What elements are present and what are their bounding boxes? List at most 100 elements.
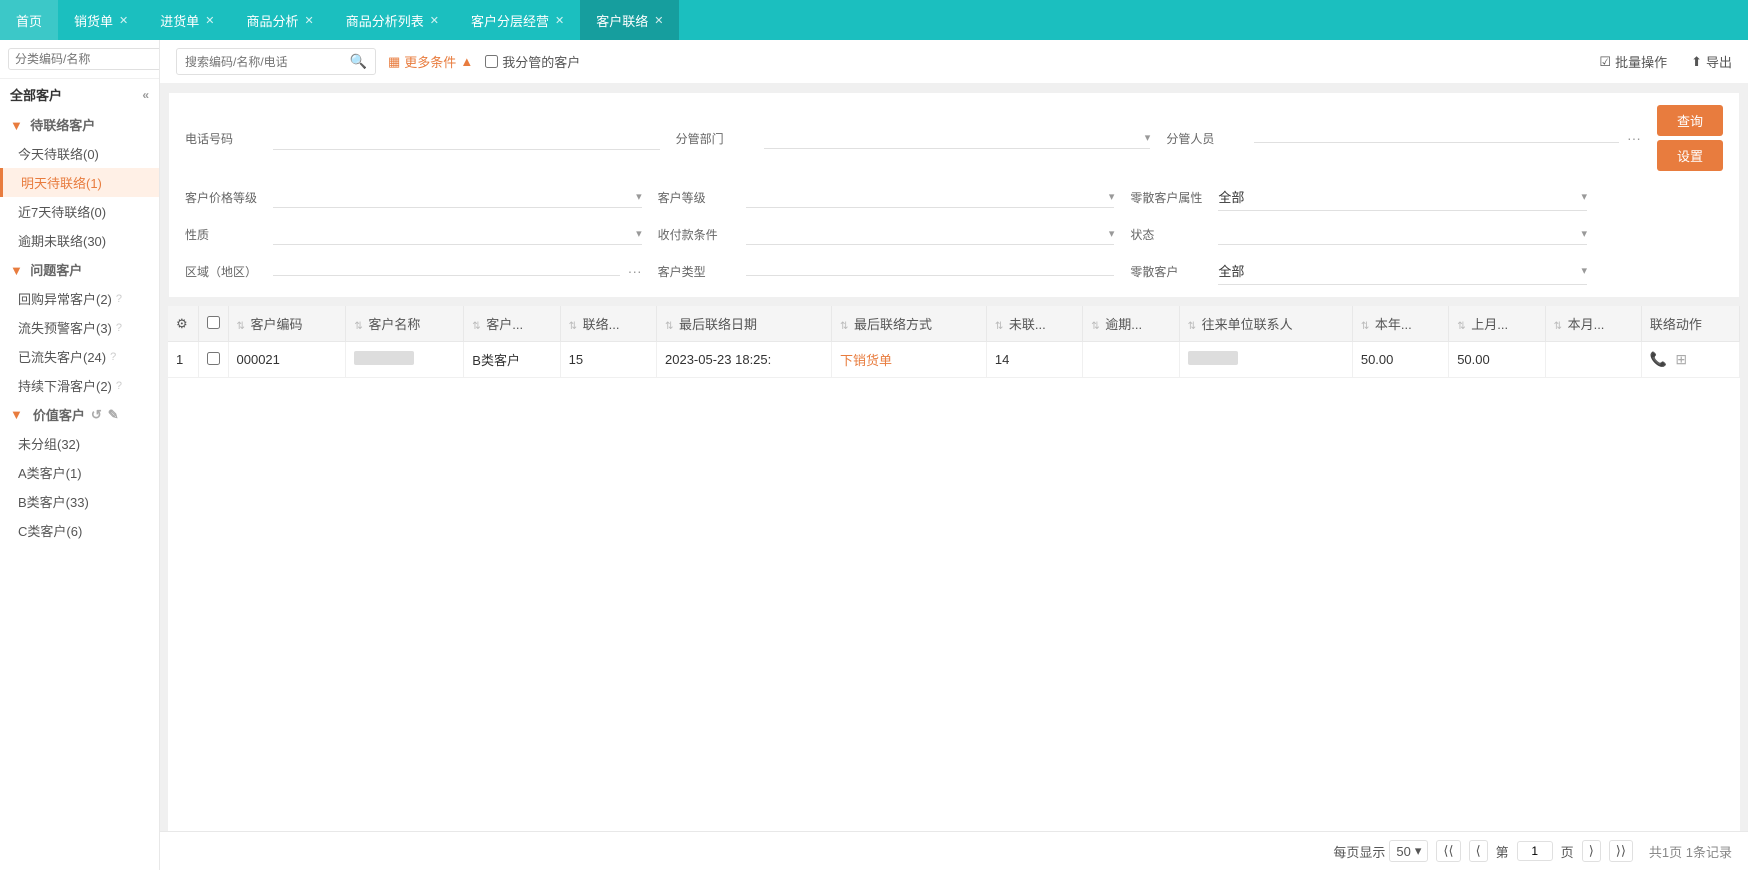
filter-row-2: 客户价格等级 ▾ 客户等级 ▾ 零散客户属性 全部 [185,183,1723,211]
th-last-contact-method: ⇅ 最后联络方式 [832,306,987,342]
chevron-up-icon: ▲ [460,54,473,69]
value-group-edit-icon[interactable]: ✎ [108,407,119,423]
page-suffix: 页 [1561,842,1574,861]
filter-phone-input[interactable] [273,127,660,150]
nav-customer-contact-close[interactable]: ✕ [654,14,663,27]
nav-customer-layer[interactable]: 客户分层经营 ✕ [455,0,580,40]
sidebar-item-b-class[interactable]: B类客户(33) [0,487,159,516]
nav-goods-list-close[interactable]: ✕ [430,14,439,27]
my-customers-checkbox[interactable] [485,55,498,68]
sidebar-search-bar: 🔍 [0,40,159,79]
sort-icon-code[interactable]: ⇅ [237,321,245,332]
query-button[interactable]: 查询 [1657,105,1723,136]
sidebar-item-c-class[interactable]: C类客户(6) [0,516,159,545]
last-page-btn[interactable]: ⟩⟩ [1609,840,1633,862]
sort-icon-unlinked[interactable]: ⇅ [995,321,1003,332]
sort-icon-name[interactable]: ⇅ [354,321,362,332]
table-row: 1 000021 B类客户 15 2023-05-23 18:25: [168,342,1740,378]
top-nav: 首页 销货单 ✕ 进货单 ✕ 商品分析 ✕ 商品分析列表 ✕ 客户分层经营 ✕ … [0,0,1748,40]
problem-group-label: ▼ 问题客户 [0,255,159,284]
th-unit-contact: ⇅ 往来单位联系人 [1179,306,1352,342]
sidebar-item-7days-contact[interactable]: 近7天待联络(0) [0,197,159,226]
filter-region-field: 区域（地区） ··· [185,263,642,280]
sort-icon-thismonth[interactable]: ⇅ [1554,321,1562,332]
sort-icon-date[interactable]: ⇅ [665,321,673,332]
filter-value-level-select[interactable]: ▾ [273,186,642,208]
sidebar-item-tomorrow-contact[interactable]: 明天待联络(1) [0,168,159,197]
filter-dept-select[interactable]: ▾ [764,127,1151,149]
sidebar-item-abnormal-repurchase[interactable]: 回购异常客户(2) ? [0,284,159,313]
status-arrow: ▾ [1581,227,1587,240]
filter-retail-customer-select[interactable]: 全部 ▾ [1218,257,1587,285]
sidebar-item-today-contact[interactable]: 今天待联络(0) [0,139,159,168]
settings-icon[interactable]: ⚙ [176,316,188,331]
sidebar-collapse-icon[interactable]: « [142,88,149,102]
filter-retail-customer-label: 零散客户 [1130,263,1210,280]
filter-customer-type-select[interactable] [746,267,1115,276]
action-grid-icon[interactable]: ⊞ [1675,351,1687,368]
payment-arrow: ▾ [1109,227,1115,240]
sidebar-item-ungrouped[interactable]: 未分组(32) [0,429,159,458]
sidebar-item-churned[interactable]: 已流失客户(24) ? [0,342,159,371]
sort-icon-type[interactable]: ⇅ [472,321,480,332]
first-page-btn[interactable]: ⟨⟨ [1436,840,1460,862]
sidebar-item-churn-warning[interactable]: 流失预警客户(3) ? [0,313,159,342]
nav-goods-analysis[interactable]: 商品分析 ✕ [230,0,329,40]
sort-icon-year[interactable]: ⇅ [1361,321,1369,332]
nav-home[interactable]: 首页 [0,0,58,40]
filter-retail-attr-select[interactable]: 全部 ▾ [1218,183,1587,211]
set-button[interactable]: 设置 [1657,140,1723,171]
sidebar-item-declining[interactable]: 持续下滑客户(2) ? [0,371,159,400]
nav-customer-layer-close[interactable]: ✕ [555,14,564,27]
prev-page-btn[interactable]: ⟨ [1469,840,1488,862]
customer-name-blurred [354,351,414,365]
per-page-select[interactable]: 50 ▾ [1389,840,1428,862]
filter-status-select[interactable]: ▾ [1218,223,1587,245]
page-input[interactable] [1517,841,1553,861]
value-group-refresh-icon[interactable]: ↺ [91,407,102,423]
nav-purchase[interactable]: 进货单 ✕ [144,0,230,40]
filter-retail-attr-label: 零散客户属性 [1130,189,1210,206]
sidebar-item-overdue-contact[interactable]: 逾期未联络(30) [0,226,159,255]
filter-dept-label: 分管部门 [676,130,756,147]
filter-manager-dots[interactable]: ··· [1627,130,1641,146]
all-customers-label[interactable]: 全部客户 « [0,79,159,110]
sort-icon-count[interactable]: ⇅ [569,321,577,332]
last-contact-link[interactable]: 下销货单 [840,353,892,368]
batch-op-btn[interactable]: ☑ 批量操作 [1599,52,1667,71]
sort-icon-overdue[interactable]: ⇅ [1091,321,1099,332]
next-page-btn[interactable]: ⟩ [1582,840,1601,862]
content-area: 🔍 ▦ 更多条件 ▲ 我分管的客户 ☑ 批量操作 ⬆ 导出 [160,40,1748,870]
filter-gender-select[interactable]: ▾ [273,223,642,245]
td-overdue [1083,342,1179,378]
row-checkbox[interactable] [207,352,220,365]
th-unlinked-days: ⇅ 未联... [986,306,1082,342]
nav-sales-close[interactable]: ✕ [119,14,128,27]
filter-value-level-label: 客户价格等级 [185,189,265,206]
more-conditions-btn[interactable]: ▦ 更多条件 ▲ [388,52,473,71]
sidebar-search-input[interactable] [8,48,160,70]
filter-status-label: 状态 [1130,226,1210,243]
nav-sales[interactable]: 销货单 ✕ [58,0,144,40]
sort-icon-method[interactable]: ⇅ [840,321,848,332]
action-phone-icon[interactable]: 📞 [1650,351,1667,368]
nav-purchase-close[interactable]: ✕ [205,14,214,27]
th-code: ⇅ 客户编码 [228,306,346,342]
sort-icon-unit[interactable]: ⇅ [1188,321,1196,332]
select-all-checkbox[interactable] [207,316,220,329]
filter-row-1: 电话号码 分管部门 ▾ 分管人员 ··· [185,105,1723,171]
sort-icon-lastmonth[interactable]: ⇅ [1457,321,1465,332]
sidebar-item-a-class[interactable]: A类客户(1) [0,458,159,487]
nav-goods-analysis-close[interactable]: ✕ [305,14,314,27]
filter-region-select[interactable] [273,267,620,276]
filter-payment-select[interactable]: ▾ [746,223,1115,245]
nav-goods-analysis-list[interactable]: 商品分析列表 ✕ [330,0,455,40]
export-btn[interactable]: ⬆ 导出 [1691,52,1732,71]
filter-customer-level-select[interactable]: ▾ [746,186,1115,208]
filter-region-dots[interactable]: ··· [628,263,642,279]
nav-customer-contact[interactable]: 客户联络 ✕ [580,0,679,40]
filter-manager-select[interactable] [1254,134,1619,143]
my-customers-checkbox-wrap[interactable]: 我分管的客户 [485,52,580,71]
search-input[interactable] [185,55,350,69]
search-icon[interactable]: 🔍 [350,53,367,70]
